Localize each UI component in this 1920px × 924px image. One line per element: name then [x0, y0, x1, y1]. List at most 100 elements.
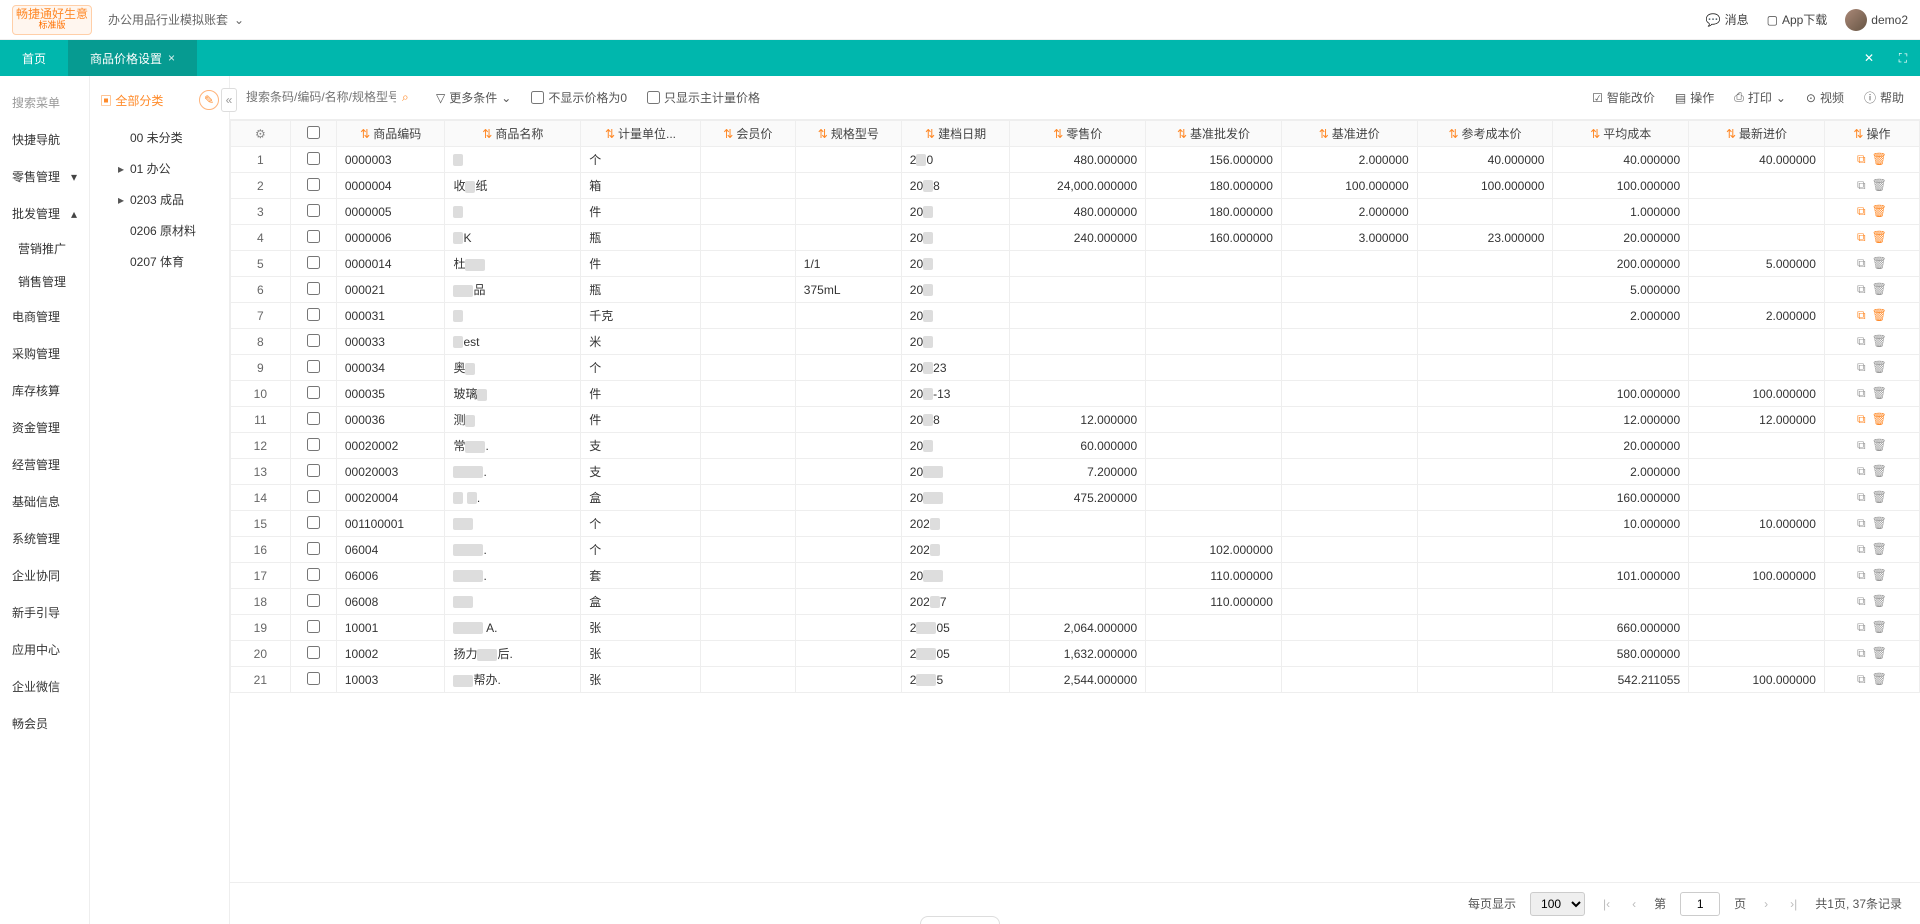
copy-icon[interactable]: ⧉ [1857, 204, 1866, 218]
row-checkbox[interactable] [307, 360, 320, 373]
sidebar-item-inventory[interactable]: 库存核算 [0, 372, 89, 409]
tree-item[interactable]: 0207 体育 [100, 246, 219, 277]
delete-icon[interactable]: 🗑 [1872, 360, 1887, 374]
table-row[interactable]: 13 00020003.支20 7.200000 2.000000⧉🗑 [231, 459, 1920, 485]
col-header[interactable]: ⇅操作 [1824, 121, 1919, 147]
sidebar-item-retail[interactable]: 零售管理▾ [0, 158, 89, 195]
row-checkbox[interactable] [307, 230, 320, 243]
operations-button[interactable]: ▤ 操作 [1675, 89, 1714, 106]
col-header[interactable]: ⇅计量单位... [581, 121, 701, 147]
page-size-select[interactable]: 100 [1530, 892, 1585, 916]
sidebar-item-basic[interactable]: 基础信息 [0, 483, 89, 520]
col-header[interactable]: ⇅最新进价 [1689, 121, 1825, 147]
row-checkbox[interactable] [307, 516, 320, 529]
copy-icon[interactable]: ⧉ [1857, 412, 1866, 426]
copy-icon[interactable]: ⧉ [1857, 568, 1866, 582]
help-button[interactable]: ⓘ 帮助 [1864, 89, 1904, 106]
gear-icon[interactable]: ⚙ [255, 127, 266, 141]
copy-icon[interactable]: ⧉ [1857, 334, 1866, 348]
copy-icon[interactable]: ⧉ [1857, 464, 1866, 478]
col-header[interactable]: ⇅基准进价 [1281, 121, 1417, 147]
tree-item[interactable]: ▸0203 成品 [100, 184, 219, 215]
row-checkbox[interactable] [307, 620, 320, 633]
table-row[interactable]: 18 06008盒2027 110.000000 ⧉🗑 [231, 589, 1920, 615]
table-row[interactable]: 8 000033est米20 ⧉🗑 [231, 329, 1920, 355]
copy-icon[interactable]: ⧉ [1857, 230, 1866, 244]
col-header[interactable]: ⇅规格型号 [795, 121, 901, 147]
delete-icon[interactable]: 🗑 [1872, 386, 1887, 400]
edit-icon[interactable]: ✎ [199, 90, 219, 110]
sidebar-item-guide[interactable]: 新手引导 [0, 594, 89, 631]
hide-zero-checkbox[interactable]: 不显示价格为0 [531, 89, 627, 106]
delete-icon[interactable]: 🗑 [1872, 516, 1887, 530]
row-checkbox[interactable] [307, 438, 320, 451]
delete-icon[interactable]: 🗑 [1872, 542, 1887, 556]
table-row[interactable]: 14 00020004 .盒20 475.200000 160.000000⧉🗑 [231, 485, 1920, 511]
row-checkbox[interactable] [307, 334, 320, 347]
delete-icon[interactable]: 🗑 [1872, 438, 1887, 452]
search-input[interactable] [246, 90, 396, 104]
delete-icon[interactable]: 🗑 [1872, 490, 1887, 504]
col-header[interactable]: ⚙ [231, 121, 291, 147]
fullscreen-button[interactable]: ⛶ [1886, 40, 1920, 76]
close-icon[interactable]: × [168, 51, 175, 65]
table-row[interactable]: 15 001100001个202 10.00000010.000000⧉🗑 [231, 511, 1920, 537]
row-checkbox[interactable] [307, 204, 320, 217]
table-row[interactable]: 6 000021品瓶375mL20 5.000000⧉🗑 [231, 277, 1920, 303]
user-menu[interactable]: demo2 [1845, 9, 1908, 31]
row-checkbox[interactable] [307, 178, 320, 191]
row-checkbox[interactable] [307, 282, 320, 295]
search-input-wrap[interactable]: ⌕ [246, 90, 416, 106]
account-selector[interactable]: 办公用品行业模拟账套 ⌄ [108, 11, 244, 28]
table-row[interactable]: 16 06004.个202 102.000000 ⧉🗑 [231, 537, 1920, 563]
last-page-button[interactable]: ›| [1786, 897, 1801, 911]
delete-icon[interactable]: 🗑 [1872, 230, 1887, 244]
tree-item[interactable]: ▸01 办公 [100, 153, 219, 184]
row-checkbox[interactable] [307, 542, 320, 555]
delete-icon[interactable]: 🗑 [1872, 282, 1887, 296]
page-input[interactable] [1680, 892, 1720, 916]
table-row[interactable]: 10 000035玻璃件20-13 100.000000100.000000⧉🗑 [231, 381, 1920, 407]
table-row[interactable]: 12 00020002常.支20 60.000000 20.000000⧉🗑 [231, 433, 1920, 459]
copy-icon[interactable]: ⧉ [1857, 542, 1866, 556]
row-checkbox[interactable] [307, 308, 320, 321]
row-checkbox[interactable] [307, 464, 320, 477]
row-checkbox[interactable] [307, 256, 320, 269]
table-scroll[interactable]: ⚙⇅商品编码⇅商品名称⇅计量单位...⇅会员价⇅规格型号⇅建档日期⇅零售价⇅基准… [230, 120, 1920, 882]
tree-item[interactable]: 00 未分类 [100, 122, 219, 153]
sidebar-item-coop[interactable]: 企业协同 [0, 557, 89, 594]
table-row[interactable]: 2 0000004收纸箱208 24,000.000000180.0000001… [231, 173, 1920, 199]
collapse-tree-button[interactable]: « [221, 88, 237, 112]
table-row[interactable]: 19 10001 A.张205 2,064.000000 660.000000⧉… [231, 615, 1920, 641]
row-checkbox[interactable] [307, 412, 320, 425]
video-button[interactable]: ⊙ 视频 [1806, 89, 1844, 106]
more-filters-button[interactable]: ▽更多条件⌄ [436, 89, 511, 106]
table-row[interactable]: 20 10002扬力后.张205 1,632.000000 580.000000… [231, 641, 1920, 667]
table-row[interactable]: 5 0000014杜件1/120 200.0000005.000000⧉🗑 [231, 251, 1920, 277]
sidebar-search[interactable]: 搜索菜单 [0, 84, 89, 121]
delete-icon[interactable]: 🗑 [1872, 412, 1887, 426]
delete-icon[interactable]: 🗑 [1872, 646, 1887, 660]
copy-icon[interactable]: ⧉ [1857, 308, 1866, 322]
col-header[interactable]: ⇅商品名称 [445, 121, 581, 147]
main-unit-checkbox[interactable]: 只显示主计量价格 [647, 89, 760, 106]
col-header[interactable]: ⇅会员价 [700, 121, 795, 147]
row-checkbox[interactable] [307, 672, 320, 685]
sidebar-sub-marketing[interactable]: 营销推广 [0, 232, 89, 265]
table-row[interactable]: 17 06006.套20 110.000000 101.000000100.00… [231, 563, 1920, 589]
delete-icon[interactable]: 🗑 [1872, 620, 1887, 634]
delete-icon[interactable]: 🗑 [1872, 568, 1887, 582]
tab-home[interactable]: 首页 [0, 40, 68, 76]
sidebar-item-business[interactable]: 经营管理 [0, 446, 89, 483]
tree-title[interactable]: ▣ 全部分类 [100, 92, 163, 109]
copy-icon[interactable]: ⧉ [1857, 178, 1866, 192]
table-row[interactable]: 9 000034奥个2023 ⧉🗑 [231, 355, 1920, 381]
tab-price-settings[interactable]: 商品价格设置 × [68, 40, 197, 76]
table-row[interactable]: 3 0000005件20 480.000000180.0000002.00000… [231, 199, 1920, 225]
sidebar-item-member[interactable]: 畅会员 [0, 705, 89, 742]
search-icon[interactable]: ⌕ [402, 90, 409, 105]
copy-icon[interactable]: ⧉ [1857, 360, 1866, 374]
row-checkbox[interactable] [307, 646, 320, 659]
row-checkbox[interactable] [307, 386, 320, 399]
delete-icon[interactable]: 🗑 [1872, 308, 1887, 322]
